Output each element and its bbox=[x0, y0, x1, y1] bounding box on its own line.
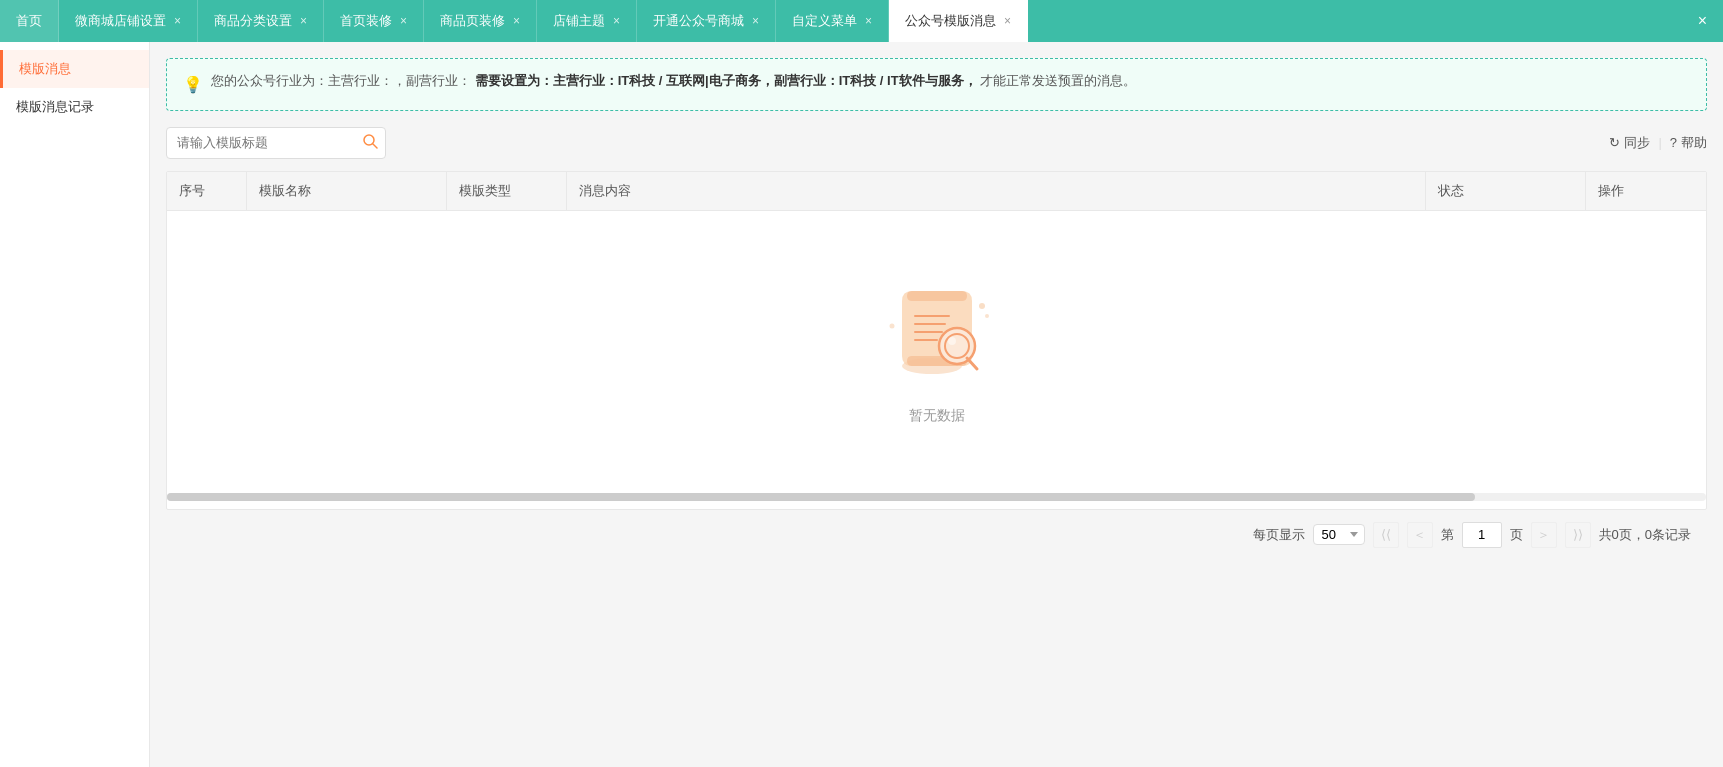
tab-product-decor-label: 商品页装修 bbox=[440, 12, 505, 30]
tab-template-msg-close[interactable]: × bbox=[1004, 14, 1011, 28]
svg-point-10 bbox=[948, 337, 956, 345]
last-page-button[interactable]: ⟩⟩ bbox=[1565, 522, 1591, 548]
tab-bar-close-all[interactable]: × bbox=[1682, 12, 1723, 30]
sidebar-item-template-msg-label: 模版消息 bbox=[19, 61, 71, 76]
search-left bbox=[166, 127, 386, 159]
tab-store-theme-label: 店铺主题 bbox=[553, 12, 605, 30]
tab-custom-menu-close[interactable]: × bbox=[865, 14, 872, 28]
col-type: 模版类型 bbox=[447, 172, 567, 210]
main-layout: 模版消息 模版消息记录 💡 您的公众号行业为：主营行业：，副营行业： 需要设置为… bbox=[0, 42, 1723, 767]
tab-category-label: 商品分类设置 bbox=[214, 12, 292, 30]
sidebar-item-template-msg-record-label: 模版消息记录 bbox=[16, 99, 94, 114]
tab-wsc-label: 微商城店铺设置 bbox=[75, 12, 166, 30]
tab-store-theme-close[interactable]: × bbox=[613, 14, 620, 28]
sync-icon: ↻ bbox=[1609, 135, 1620, 150]
tab-open-mall-label: 开通公众号商城 bbox=[653, 12, 744, 30]
first-page-button[interactable]: ⟨⟨ bbox=[1373, 522, 1399, 548]
empty-state: 暂无数据 bbox=[167, 211, 1706, 485]
tab-wsc-settings[interactable]: 微商城店铺设置 × bbox=[59, 0, 198, 42]
divider: | bbox=[1658, 135, 1661, 150]
svg-point-12 bbox=[985, 314, 989, 318]
notice-text: 您的公众号行业为：主营行业：，副营行业： 需要设置为：主营行业：IT科技 / 互… bbox=[211, 71, 1690, 92]
tab-home-decor-label: 首页装修 bbox=[340, 12, 392, 30]
page-size-select[interactable]: 20 50 100 bbox=[1313, 524, 1365, 545]
svg-point-13 bbox=[889, 323, 894, 328]
table-header: 序号 模版名称 模版类型 消息内容 状态 操作 bbox=[167, 172, 1706, 211]
tab-home-decor-close[interactable]: × bbox=[400, 14, 407, 28]
search-input[interactable] bbox=[166, 127, 386, 159]
tab-home-label: 首页 bbox=[16, 12, 42, 30]
scrollbar-thumb[interactable] bbox=[167, 493, 1475, 501]
svg-point-11 bbox=[979, 303, 985, 309]
sidebar-item-template-msg[interactable]: 模版消息 bbox=[0, 50, 149, 88]
tab-template-msg[interactable]: 公众号模版消息 × bbox=[889, 0, 1028, 42]
help-label: 帮助 bbox=[1681, 134, 1707, 152]
col-seq: 序号 bbox=[167, 172, 247, 210]
notice-box: 💡 您的公众号行业为：主营行业：，副营行业： 需要设置为：主营行业：IT科技 /… bbox=[166, 58, 1707, 111]
search-button[interactable] bbox=[363, 134, 378, 152]
help-button[interactable]: ? 帮助 bbox=[1670, 134, 1707, 152]
tab-open-mall[interactable]: 开通公众号商城 × bbox=[637, 0, 776, 42]
tab-home[interactable]: 首页 bbox=[0, 0, 59, 42]
tab-category-close[interactable]: × bbox=[300, 14, 307, 28]
page-total: 共0页，0条记录 bbox=[1599, 526, 1691, 544]
sidebar: 模版消息 模版消息记录 bbox=[0, 42, 150, 767]
tab-store-theme[interactable]: 店铺主题 × bbox=[537, 0, 637, 42]
sync-label: 同步 bbox=[1624, 134, 1650, 152]
page-label: 页 bbox=[1510, 526, 1523, 544]
tab-bar: 首页 微商城店铺设置 × 商品分类设置 × 首页装修 × 商品页装修 × 店铺主… bbox=[0, 0, 1723, 42]
search-input-wrap bbox=[166, 127, 386, 159]
notice-prefix: 您的公众号行业为：主营行业：，副营行业： bbox=[211, 73, 471, 88]
empty-text: 暂无数据 bbox=[909, 407, 965, 425]
tab-custom-menu[interactable]: 自定义菜单 × bbox=[776, 0, 889, 42]
notice-icon: 💡 bbox=[183, 72, 203, 98]
page-di-label: 第 bbox=[1441, 526, 1454, 544]
notice-suffix: 才能正常发送预置的消息。 bbox=[980, 73, 1136, 88]
empty-illustration bbox=[877, 271, 997, 391]
current-page-input[interactable] bbox=[1462, 522, 1502, 548]
col-action: 操作 bbox=[1586, 172, 1706, 210]
tab-template-msg-label: 公众号模版消息 bbox=[905, 12, 996, 30]
page-size-label: 每页显示 bbox=[1253, 526, 1305, 544]
sync-button[interactable]: ↻ 同步 bbox=[1609, 134, 1650, 152]
col-status: 状态 bbox=[1426, 172, 1586, 210]
tab-product-decor-close[interactable]: × bbox=[513, 14, 520, 28]
prev-page-button[interactable]: ＜ bbox=[1407, 522, 1433, 548]
search-right: ↻ 同步 | ? 帮助 bbox=[1609, 134, 1707, 152]
tab-category-settings[interactable]: 商品分类设置 × bbox=[198, 0, 324, 42]
next-page-button[interactable]: ＞ bbox=[1531, 522, 1557, 548]
svg-line-1 bbox=[373, 144, 377, 148]
content-area: 💡 您的公众号行业为：主营行业：，副营行业： 需要设置为：主营行业：IT科技 /… bbox=[150, 42, 1723, 767]
horizontal-scrollbar[interactable] bbox=[167, 493, 1706, 501]
pagination: 每页显示 20 50 100 ⟨⟨ ＜ 第 页 ＞ ⟩⟩ 共0页，0条记录 bbox=[166, 510, 1707, 560]
notice-highlight: 需要设置为：主营行业：IT科技 / 互联网|电子商务，副营行业：IT科技 / I… bbox=[475, 73, 977, 88]
sidebar-item-template-msg-record[interactable]: 模版消息记录 bbox=[0, 88, 149, 126]
data-table: 序号 模版名称 模版类型 消息内容 状态 操作 bbox=[166, 171, 1707, 510]
col-name: 模版名称 bbox=[247, 172, 447, 210]
tab-product-decor[interactable]: 商品页装修 × bbox=[424, 0, 537, 42]
tab-wsc-close[interactable]: × bbox=[174, 14, 181, 28]
tab-home-decor[interactable]: 首页装修 × bbox=[324, 0, 424, 42]
search-bar: ↻ 同步 | ? 帮助 bbox=[166, 127, 1707, 159]
col-content: 消息内容 bbox=[567, 172, 1426, 210]
tab-custom-menu-label: 自定义菜单 bbox=[792, 12, 857, 30]
help-icon: ? bbox=[1670, 135, 1677, 150]
tab-open-mall-close[interactable]: × bbox=[752, 14, 759, 28]
